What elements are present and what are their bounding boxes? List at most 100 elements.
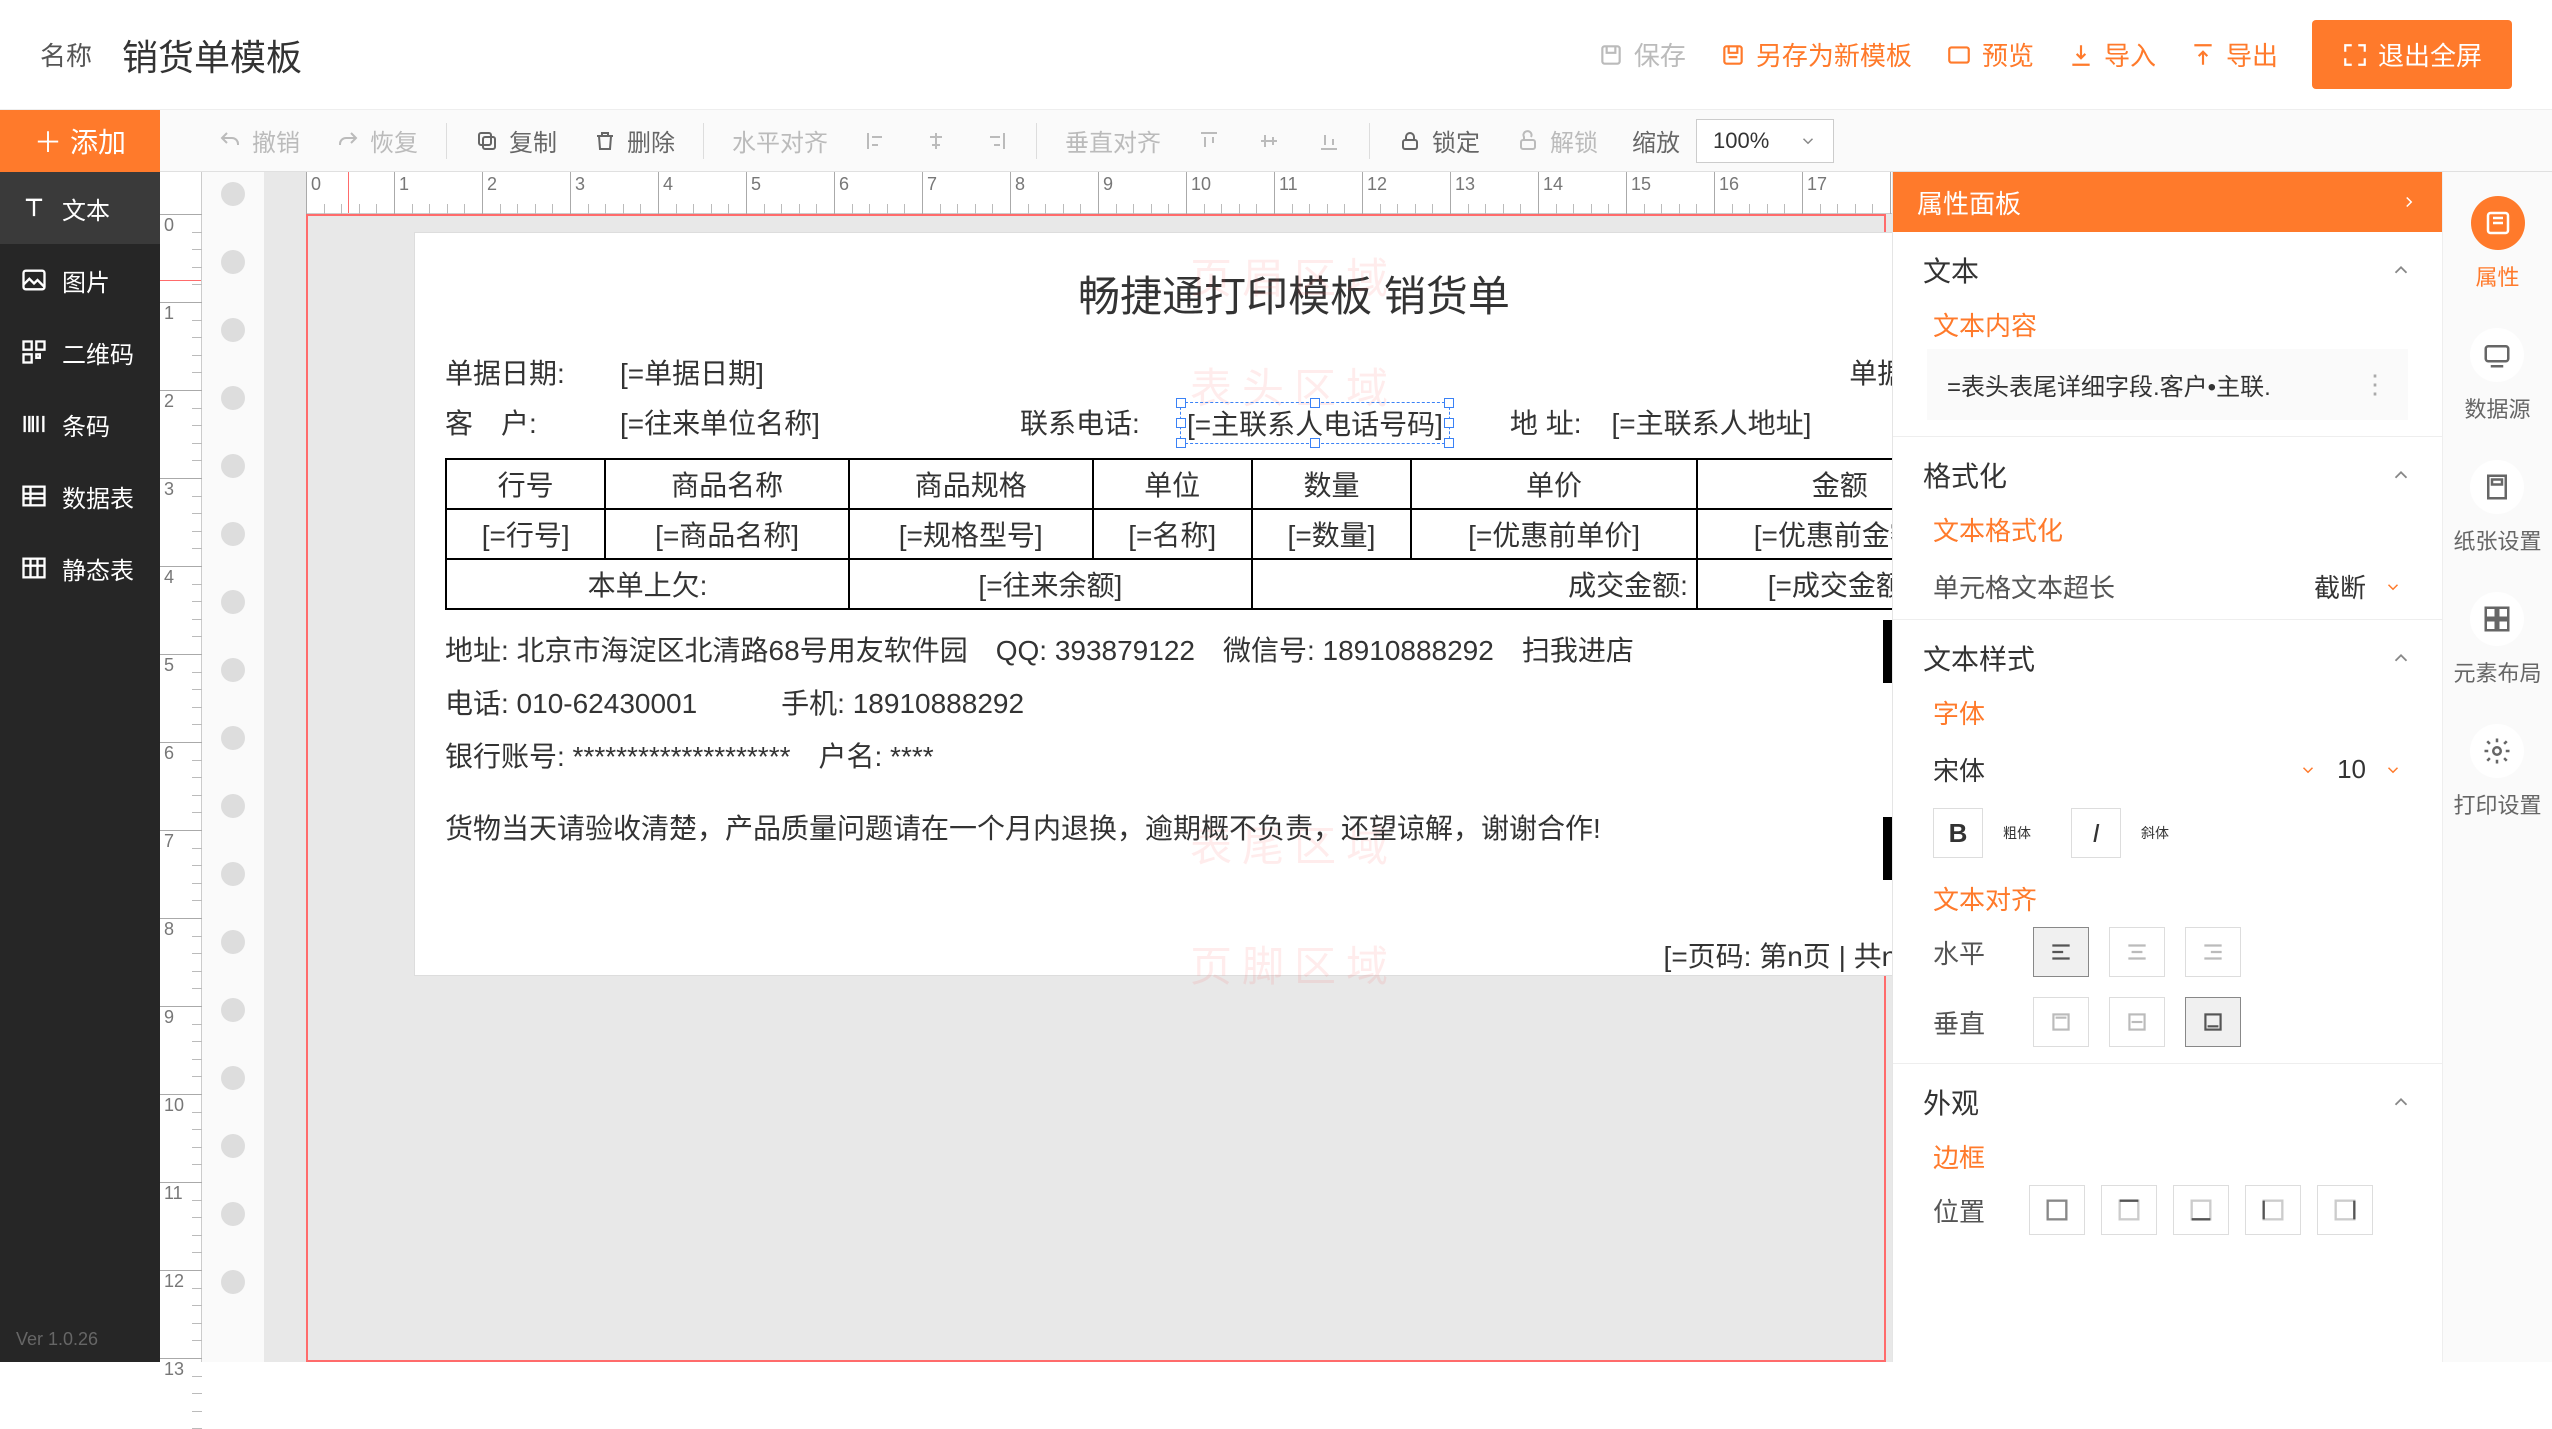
table-cell[interactable]: [=优惠前金额] xyxy=(1697,509,1892,559)
text-content-value[interactable]: =表头表尾详细字段.客户•主联. ⋮ xyxy=(1927,349,2408,420)
strip-print[interactable]: 打印设置 xyxy=(2453,724,2541,820)
table-header-cell[interactable]: 数量 xyxy=(1252,459,1411,509)
valign-button[interactable]: 垂直对齐 xyxy=(1047,123,1179,158)
border-all-button[interactable] xyxy=(2029,1185,2085,1235)
halign-right-icon[interactable] xyxy=(966,129,1026,153)
label-customer[interactable]: 客 户: xyxy=(445,402,620,444)
page-dot[interactable] xyxy=(221,1270,245,1294)
lock-button[interactable]: 锁定 xyxy=(1380,123,1498,158)
undo-button[interactable]: 撤销 xyxy=(200,123,318,158)
save-as-button[interactable]: 另存为新模板 xyxy=(1720,36,1912,73)
sheet-title[interactable]: 畅捷通打印模板 销货单 xyxy=(445,263,1892,324)
import-button[interactable]: 导入 xyxy=(2068,36,2156,73)
redo-button[interactable]: 恢复 xyxy=(318,123,436,158)
sidebar-item-image[interactable]: 图片 xyxy=(0,244,160,316)
valign-bottom-icon[interactable] xyxy=(1299,129,1359,153)
page-dot[interactable] xyxy=(221,998,245,1022)
sidebar-item-barcode[interactable]: 条码 xyxy=(0,388,160,460)
table-cell[interactable]: [=商品名称] xyxy=(605,509,849,559)
vertical-ruler[interactable]: 012345678910111213 xyxy=(160,172,202,1362)
section-format[interactable]: 格式化 xyxy=(1893,436,2442,505)
halign-left-button[interactable] xyxy=(2033,927,2089,977)
export-button[interactable]: 导出 xyxy=(2190,36,2278,73)
page-dot[interactable] xyxy=(221,726,245,750)
font-family-select[interactable]: 宋体 xyxy=(1933,751,2317,788)
preview-button[interactable]: 预览 xyxy=(1946,36,2034,73)
table-header-cell[interactable]: 单价 xyxy=(1411,459,1697,509)
valign-middle-button[interactable] xyxy=(2109,997,2165,1047)
label-bill-no[interactable]: 单据编号: xyxy=(1849,352,1892,392)
table-header-cell[interactable]: 行号 xyxy=(446,459,605,509)
qrcode[interactable] xyxy=(1883,620,1892,880)
add-button[interactable]: ＋ 添加 xyxy=(0,110,160,172)
section-appearance[interactable]: 外观 xyxy=(1893,1063,2442,1132)
border-top-button[interactable] xyxy=(2101,1185,2157,1235)
table-cell[interactable]: [=数量] xyxy=(1252,509,1411,559)
panel-collapse-icon[interactable] xyxy=(2400,193,2418,211)
sidebar-item-datatable[interactable]: 数据表 xyxy=(0,460,160,532)
font-size-select[interactable]: 10 xyxy=(2337,754,2402,785)
table-header-cell[interactable]: 商品名称 xyxy=(605,459,849,509)
halign-center-icon[interactable] xyxy=(906,129,966,153)
border-bottom-button[interactable] xyxy=(2173,1185,2229,1235)
page-dot[interactable] xyxy=(221,590,245,614)
label-address[interactable]: 地 址: xyxy=(1510,402,1582,444)
strip-properties[interactable]: 属性 xyxy=(2471,196,2525,292)
border-right-button[interactable] xyxy=(2317,1185,2373,1235)
page-dot[interactable] xyxy=(221,794,245,818)
field-address[interactable]: [=主联系人地址] xyxy=(1611,402,1811,444)
sidebar-item-text[interactable]: 文本 xyxy=(0,172,160,244)
main-table[interactable]: 行号商品名称商品规格单位数量单价金额备注 [=行号][=商品名称][=规格型号]… xyxy=(445,458,1892,610)
field-bill-date[interactable]: [=单据日期] xyxy=(620,352,764,392)
save-button[interactable]: 保存 xyxy=(1598,36,1686,73)
more-dots-icon[interactable]: ⋮ xyxy=(2362,369,2388,400)
page-dot[interactable] xyxy=(221,1066,245,1090)
halign-button[interactable]: 水平对齐 xyxy=(714,123,846,158)
page-dot[interactable] xyxy=(221,862,245,886)
halign-right-button[interactable] xyxy=(2185,927,2241,977)
page-dot[interactable] xyxy=(221,658,245,682)
section-text[interactable]: 文本 xyxy=(1893,232,2442,300)
label-phone[interactable]: 联系电话: xyxy=(1020,402,1180,444)
strip-paper[interactable]: 纸张设置 xyxy=(2453,460,2541,556)
strip-layout[interactable]: 元素布局 xyxy=(2453,592,2541,688)
halign-center-button[interactable] xyxy=(2109,927,2165,977)
border-left-button[interactable] xyxy=(2245,1185,2301,1235)
zoom-select[interactable]: 100% xyxy=(1696,119,1834,163)
label-bill-date[interactable]: 单据日期: xyxy=(445,352,620,392)
page-dot[interactable] xyxy=(221,1134,245,1158)
table-header-cell[interactable]: 商品规格 xyxy=(849,459,1093,509)
table-header-cell[interactable]: 金额 xyxy=(1697,459,1892,509)
page-dot[interactable] xyxy=(221,1202,245,1226)
overflow-select[interactable]: 截断 xyxy=(2314,568,2402,605)
halign-left-icon[interactable] xyxy=(846,129,906,153)
page-dot[interactable] xyxy=(221,386,245,410)
sidebar-item-qrcode[interactable]: 二维码 xyxy=(0,316,160,388)
page-dot[interactable] xyxy=(221,522,245,546)
table-cell[interactable]: [=行号] xyxy=(446,509,605,559)
table-cell[interactable]: [=名称] xyxy=(1093,509,1252,559)
page-dot[interactable] xyxy=(221,182,245,206)
table-header-cell[interactable]: 单位 xyxy=(1093,459,1252,509)
table-cell[interactable]: [=优惠前单价] xyxy=(1411,509,1697,559)
exit-fullscreen-button[interactable]: 退出全屏 xyxy=(2312,20,2512,89)
page-code-field[interactable]: [=页码: 第n页 | 共n页] xyxy=(1664,935,1892,975)
unlock-button[interactable]: 解锁 xyxy=(1498,123,1616,158)
selected-field-phone[interactable]: [=主联系人电话号码] xyxy=(1180,402,1450,444)
page-dot[interactable] xyxy=(221,318,245,342)
template-sheet[interactable]: 页眉区域 表头区域 表尾区域 页脚区域 畅捷通打印模板 销货单 单据日期: [=… xyxy=(414,232,1892,976)
page-dot[interactable] xyxy=(221,250,245,274)
valign-top-button[interactable] xyxy=(2033,997,2089,1047)
section-style[interactable]: 文本样式 xyxy=(1893,619,2442,688)
valign-middle-icon[interactable] xyxy=(1239,129,1299,153)
canvas[interactable]: 01234567891011121314151617181920212223 页… xyxy=(264,172,1892,1362)
notes-block[interactable]: 地址: 北京市海淀区北清路68号用友软件园 QQ: 393879122 微信号:… xyxy=(445,624,1892,855)
italic-button[interactable]: I xyxy=(2071,808,2121,858)
copy-button[interactable]: 复制 xyxy=(457,123,575,158)
field-customer[interactable]: [=往来单位名称] xyxy=(620,402,980,444)
sidebar-item-statictable[interactable]: 静态表 xyxy=(0,532,160,604)
table-cell[interactable]: [=规格型号] xyxy=(849,509,1093,559)
strip-datasource[interactable]: 数据源 xyxy=(2464,328,2530,424)
horizontal-ruler[interactable]: 01234567891011121314151617181920212223 xyxy=(306,172,1892,214)
valign-bottom-button[interactable] xyxy=(2185,997,2241,1047)
